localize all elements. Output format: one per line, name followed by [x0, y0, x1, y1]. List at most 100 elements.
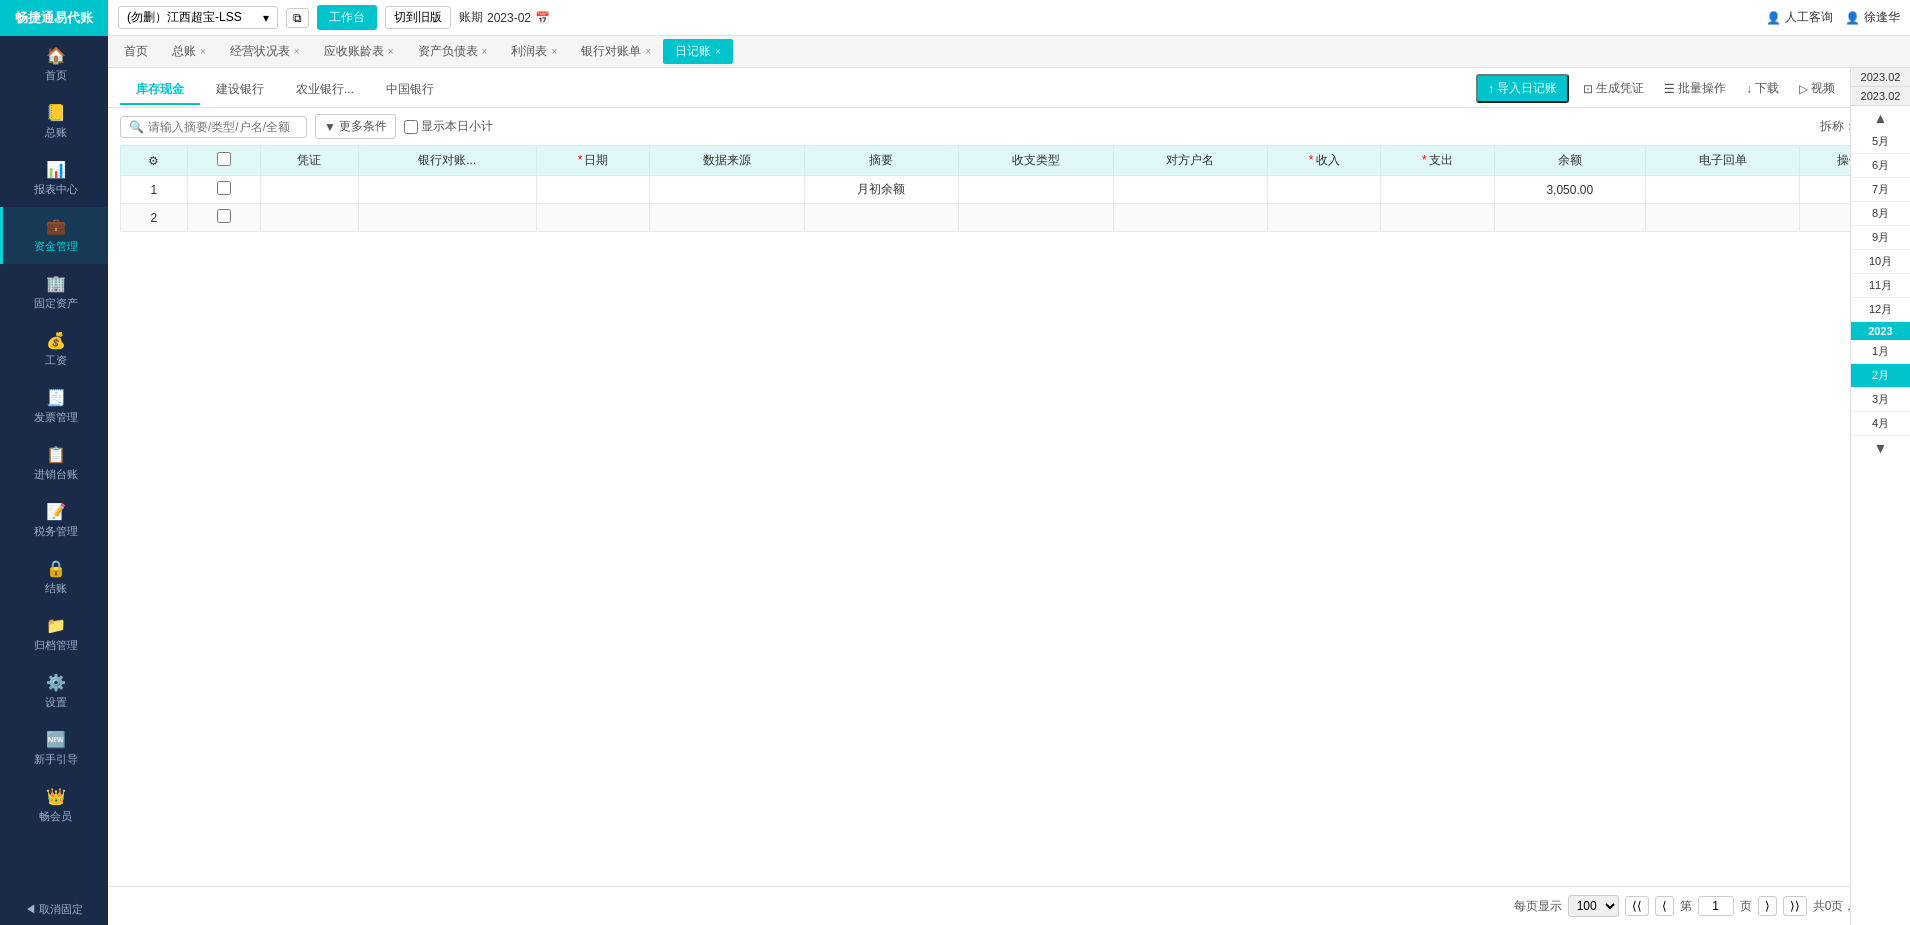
tab-bank-statement[interactable]: 银行对账单 × [569, 39, 663, 64]
date-month-9[interactable]: 9月 [1851, 226, 1910, 250]
filter-btn[interactable]: ▼ 更多条件 [315, 114, 396, 139]
row2-num: 2 [121, 204, 188, 232]
row1-date [536, 176, 649, 204]
sidebar-item-payroll[interactable]: 💰 工资 [0, 321, 108, 378]
assets-mgmt-icon: 💼 [46, 217, 66, 236]
sidebar-item-closing[interactable]: 🔒 结账 [0, 549, 108, 606]
bank-tab-zhongguo[interactable]: 中国银行 [370, 76, 450, 105]
sidebar-item-archive[interactable]: 📁 归档管理 [0, 606, 108, 663]
tab-journal-close[interactable]: × [715, 46, 721, 57]
date-month-2[interactable]: 2月 [1851, 364, 1910, 388]
unpin-sidebar-btn[interactable]: ◀ 取消固定 [0, 894, 108, 925]
tab-receivable-close[interactable]: × [388, 46, 394, 57]
row1-cb[interactable] [187, 176, 261, 204]
sidebar-item-reports[interactable]: 📊 报表中心 [0, 150, 108, 207]
row2-checkbox[interactable] [217, 209, 231, 223]
table-wrapper: ⚙ 凭证 银行对账... 日期 数据来源 摘要 收支类型 对方户名 收入 支出 … [108, 145, 1910, 886]
sidebar-item-vip[interactable]: 👑 畅会员 [0, 777, 108, 834]
tab-bank-statement-close[interactable]: × [645, 46, 651, 57]
copy-button[interactable]: ⧉ [286, 8, 309, 28]
sidebar-item-assets-mgmt[interactable]: 💼 资金管理 [0, 207, 108, 264]
sidebar-item-purchase-sales[interactable]: 📋 进销台账 [0, 435, 108, 492]
closing-icon: 🔒 [46, 559, 66, 578]
switch-old-btn[interactable]: 切到旧版 [385, 6, 451, 29]
col-settings[interactable]: ⚙ [121, 146, 188, 176]
tab-receivable[interactable]: 应收账龄表 × [312, 39, 406, 64]
date-month-8[interactable]: 8月 [1851, 202, 1910, 226]
bank-tab-jianshe[interactable]: 建设银行 [200, 76, 280, 105]
generate-voucher-btn[interactable]: ⊡ 生成凭证 [1577, 77, 1650, 100]
tab-assets-close[interactable]: × [482, 46, 488, 57]
period-value: 2023-02 [487, 11, 531, 25]
select-all-checkbox[interactable] [217, 152, 231, 166]
date-month-10[interactable]: 10月 [1851, 250, 1910, 274]
row1-checkbox[interactable] [217, 181, 231, 195]
vip-icon: 👑 [46, 787, 66, 806]
date-month-6[interactable]: 6月 [1851, 154, 1910, 178]
tab-business[interactable]: 经营状况表 × [218, 39, 312, 64]
first-page-btn[interactable]: ⟨⟨ [1625, 896, 1649, 916]
date-month-11[interactable]: 11月 [1851, 274, 1910, 298]
reports-icon: 📊 [46, 160, 66, 179]
search-input-wrapper[interactable]: 🔍 [120, 116, 307, 138]
sidebar-item-tax[interactable]: 📝 税务管理 [0, 492, 108, 549]
tab-home[interactable]: 首页 [112, 39, 160, 64]
date-month-7[interactable]: 7月 [1851, 178, 1910, 202]
import-journal-btn[interactable]: ↑ 导入日记账 [1476, 74, 1569, 103]
search-icon: 🔍 [129, 120, 144, 134]
username: 徐逢华 [1864, 9, 1900, 26]
date-month-5[interactable]: 5月 [1851, 130, 1910, 154]
sidebar-item-fixed-assets[interactable]: 🏢 固定资产 [0, 264, 108, 321]
download-btn[interactable]: ↓ 下载 [1740, 77, 1785, 100]
sidebar-item-invoice[interactable]: 🧾 发票管理 [0, 378, 108, 435]
topbar: (勿删）江西超宝-LSS ▾ ⧉ 工作台 切到旧版 账期 2023-02 📅 👤… [108, 0, 1910, 36]
bank-tabs: 库存现金 建设银行 农业银行... 中国银行 ↑ 导入日记账 ⊡ 生成凭证 [108, 68, 1910, 108]
search-field[interactable] [148, 120, 298, 134]
row2-balance [1494, 204, 1645, 232]
next-page-btn[interactable]: ⟩ [1758, 896, 1777, 916]
date-month-12[interactable]: 12月 [1851, 298, 1910, 322]
col-counterparty: 对方户名 [1113, 146, 1267, 176]
col-summary: 摘要 [804, 146, 958, 176]
sidebar-item-ledger[interactable]: 📒 总账 [0, 93, 108, 150]
date-month-4[interactable]: 4月 [1851, 412, 1910, 436]
sidebar-item-settings[interactable]: ⚙️ 设置 [0, 663, 108, 720]
service-btn[interactable]: 👤 人工客询 [1766, 9, 1833, 26]
row2-voucher [261, 204, 358, 232]
batch-icon: ☰ [1664, 82, 1675, 96]
user-menu[interactable]: 👤 徐逢华 [1845, 9, 1900, 26]
date-month-1[interactable]: 1月 [1851, 340, 1910, 364]
daily-total-checkbox[interactable] [404, 120, 418, 134]
page-number-input[interactable] [1698, 896, 1734, 916]
workbench-button[interactable]: 工作台 [317, 5, 377, 30]
tab-business-close[interactable]: × [294, 46, 300, 57]
sidebar-item-guide[interactable]: 🆕 新手引导 [0, 720, 108, 777]
tab-ledger-close[interactable]: × [200, 46, 206, 57]
daily-total-checkbox-label[interactable]: 显示本日小计 [404, 118, 493, 135]
tab-ledger[interactable]: 总账 × [160, 39, 218, 64]
per-page-select[interactable]: 100 50 200 [1568, 895, 1619, 917]
fixed-assets-icon: 🏢 [46, 274, 66, 293]
row2-cb[interactable] [187, 204, 261, 232]
last-page-btn[interactable]: ⟩⟩ [1783, 896, 1807, 916]
prev-page-btn[interactable]: ⟨ [1655, 896, 1674, 916]
company-select[interactable]: (勿删）江西超宝-LSS ▾ [118, 6, 278, 29]
sidebar-item-home[interactable]: 🏠 首页 [0, 36, 108, 93]
date-panel-header2: 2023.02 [1851, 87, 1910, 106]
bank-tab-nongye[interactable]: 农业银行... [280, 76, 370, 105]
bank-tab-cash[interactable]: 库存现金 [120, 76, 200, 105]
date-nav-down[interactable]: ▼ [1851, 436, 1910, 460]
calendar-icon[interactable]: 📅 [535, 11, 550, 25]
row1-bank-ref [358, 176, 536, 204]
sidebar-item-label: 税务管理 [34, 524, 78, 539]
sidebar-item-label: 报表中心 [34, 182, 78, 197]
tab-journal[interactable]: 日记账 × [663, 39, 733, 64]
bank-tab-actions: ↑ 导入日记账 ⊡ 生成凭证 ☰ 批量操作 ↓ 下载 ▷ 视频 [1476, 74, 1898, 107]
date-nav-up[interactable]: ▲ [1851, 106, 1910, 130]
date-month-3[interactable]: 3月 [1851, 388, 1910, 412]
video-btn[interactable]: ▷ 视频 [1793, 77, 1841, 100]
tab-profit-close[interactable]: × [551, 46, 557, 57]
tab-profit[interactable]: 利润表 × [499, 39, 569, 64]
batch-operation-btn[interactable]: ☰ 批量操作 [1658, 77, 1732, 100]
tab-assets[interactable]: 资产负债表 × [406, 39, 500, 64]
